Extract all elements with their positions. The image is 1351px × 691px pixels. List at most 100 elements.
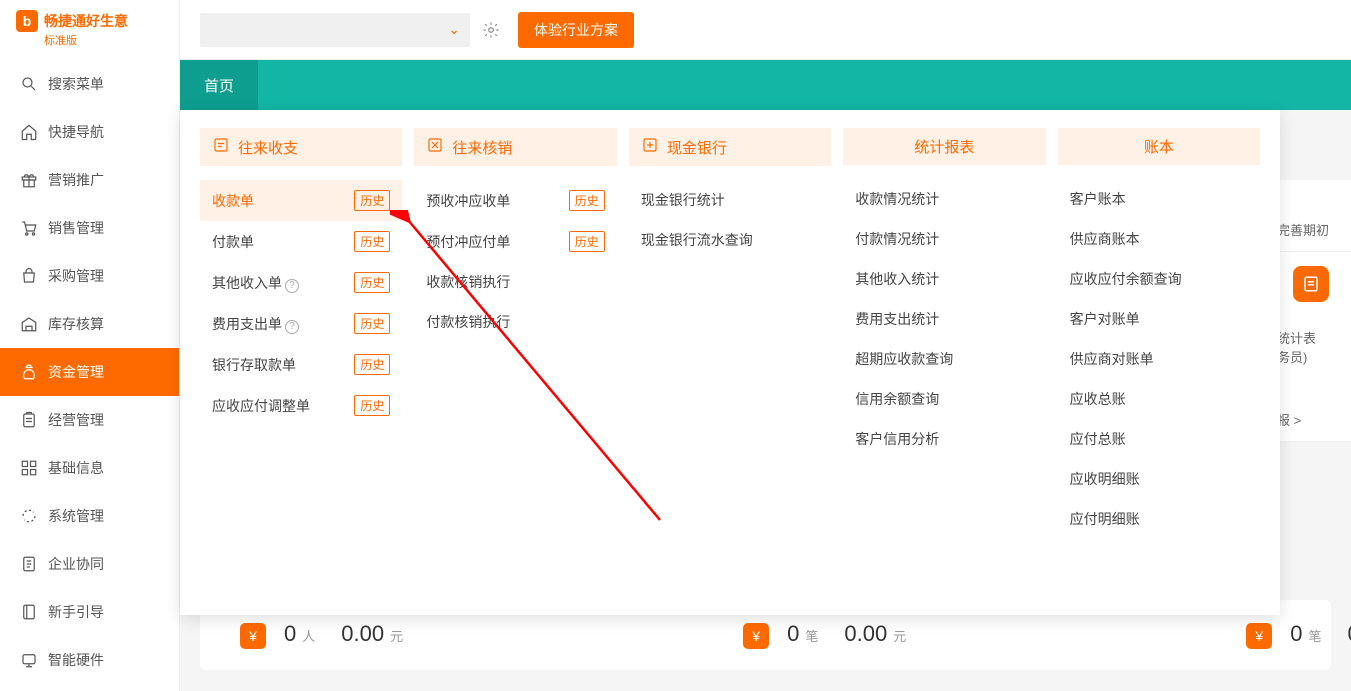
settings-button[interactable] (482, 21, 500, 39)
content-peek: 完善期初 统计表 务员) 报 > (1271, 180, 1351, 442)
mega-menu-item[interactable]: 收款情况统计 (843, 179, 1045, 219)
mega-menu: 往来收支收款单历史付款单历史其他收入单?历史费用支出单?历史银行存取款单历史应收… (180, 110, 1280, 615)
menu-item-label: 应收总账 (1070, 389, 1126, 409)
mega-menu-item[interactable]: 应收应付余额查询 (1058, 259, 1260, 299)
report-icon[interactable] (1293, 266, 1329, 302)
menu-item-label: 其他收入单? (212, 273, 299, 293)
mega-menu-item[interactable]: 供应商账本 (1058, 219, 1260, 259)
column-header-icon (641, 136, 659, 158)
history-link[interactable]: 历史 (354, 354, 390, 375)
menu-item-label: 收款情况统计 (855, 189, 939, 209)
menu-item-label: 超期应收款查询 (855, 349, 953, 369)
mega-menu-item[interactable]: 客户对账单 (1058, 299, 1260, 339)
help-icon[interactable]: ? (285, 279, 299, 293)
stat-icon: ¥ (240, 623, 266, 649)
mega-column-header: 现金银行 (629, 128, 831, 166)
mega-menu-item[interactable]: 费用支出单? 历史 (200, 303, 402, 344)
stat-item: ¥ 0人 0.00元 (240, 621, 403, 649)
company-selector[interactable]: ⌄ (200, 13, 470, 47)
logo-text: 畅捷通好生意 (44, 11, 128, 31)
history-link[interactable]: 历史 (354, 190, 390, 211)
menu-item-label: 预付冲应付单 (426, 232, 510, 252)
topbar: ⌄ 体验行业方案 (180, 0, 1351, 60)
sidebar-item-search-menu[interactable]: 搜索菜单 (0, 60, 179, 108)
mega-menu-item[interactable]: 客户账本 (1058, 179, 1260, 219)
menu-item-label: 其他收入统计 (855, 269, 939, 289)
industry-plan-button[interactable]: 体验行业方案 (518, 12, 634, 48)
sidebar-item-hardware[interactable]: 智能硬件 (0, 636, 179, 684)
tab-home[interactable]: 首页 (180, 60, 258, 110)
sidebar-item-label: 经营管理 (48, 410, 104, 430)
history-link[interactable]: 历史 (354, 272, 390, 293)
mega-menu-item[interactable]: 付款核销执行 (414, 302, 616, 342)
history-link[interactable]: 历史 (354, 231, 390, 252)
mega-menu-item[interactable]: 应付明细账 (1058, 499, 1260, 539)
cart-icon (20, 219, 38, 237)
help-icon[interactable]: ? (285, 320, 299, 334)
mega-menu-item[interactable]: 超期应收款查询 (843, 339, 1045, 379)
gift-icon (20, 171, 38, 189)
history-link[interactable]: 历史 (569, 190, 605, 211)
mega-menu-item[interactable]: 其他收入统计 (843, 259, 1045, 299)
mega-column-header: 往来收支 (200, 128, 402, 166)
sidebar-item-marketing[interactable]: 营销推广 (0, 156, 179, 204)
stat-count: 0 (284, 621, 296, 647)
bag-icon (20, 267, 38, 285)
sidebar-item-collab[interactable]: 企业协同 (0, 540, 179, 588)
sidebar-item-finance[interactable]: 资金管理 (0, 348, 179, 396)
mega-menu-item[interactable]: 预付冲应付单 历史 (414, 221, 616, 262)
sidebar-item-label: 采购管理 (48, 266, 104, 286)
column-title: 统计报表 (914, 136, 974, 157)
history-link[interactable]: 历史 (354, 313, 390, 334)
warehouse-icon (20, 315, 38, 333)
stat-count: 0 (1290, 621, 1302, 647)
menu-item-label: 供应商对账单 (1070, 349, 1154, 369)
grid-icon (20, 459, 38, 477)
menu-item-label: 应收应付余额查询 (1070, 269, 1182, 289)
mega-menu-item[interactable]: 其他收入单? 历史 (200, 262, 402, 303)
sidebar-item-quicknav[interactable]: 快捷导航 (0, 108, 179, 156)
sidebar-item-label: 营销推广 (48, 170, 104, 190)
menu-item-label: 信用余额查询 (855, 389, 939, 409)
mega-menu-item[interactable]: 付款情况统计 (843, 219, 1045, 259)
sidebar-item-purchase[interactable]: 采购管理 (0, 252, 179, 300)
column-title: 账本 (1144, 136, 1174, 157)
mega-menu-item[interactable]: 应付总账 (1058, 419, 1260, 459)
peek-text-3[interactable]: 报 > (1271, 398, 1351, 442)
stat-item: ¥ 0笔 0.00元 (743, 621, 906, 649)
mega-menu-item[interactable]: 现金银行统计 (629, 180, 831, 220)
menu-item-label: 供应商账本 (1070, 229, 1140, 249)
stat-count: 0 (787, 621, 799, 647)
mega-menu-item[interactable]: 银行存取款单历史 (200, 344, 402, 385)
mega-menu-item[interactable]: 应收应付调整单 历史 (200, 385, 402, 426)
sidebar-item-business[interactable]: 经营管理 (0, 396, 179, 444)
sidebar-item-basedata[interactable]: 基础信息 (0, 444, 179, 492)
sidebar-item-sales[interactable]: 销售管理 (0, 204, 179, 252)
sidebar-item-guide[interactable]: 新手引导 (0, 588, 179, 636)
mega-menu-item[interactable]: 信用余额查询 (843, 379, 1045, 419)
mega-menu-item[interactable]: 应收总账 (1058, 379, 1260, 419)
clipboard-icon (20, 411, 38, 429)
mega-menu-item[interactable]: 费用支出统计 (843, 299, 1045, 339)
book-icon (20, 603, 38, 621)
mega-menu-item[interactable]: 应收明细账 (1058, 459, 1260, 499)
mega-menu-item[interactable]: 预收冲应收单历史 (414, 180, 616, 221)
sidebar-item-inventory[interactable]: 库存核算 (0, 300, 179, 348)
menu-item-label: 费用支出单? (212, 314, 299, 334)
home-icon (20, 123, 38, 141)
history-link[interactable]: 历史 (354, 395, 390, 416)
history-link[interactable]: 历史 (569, 231, 605, 252)
logo: b 畅捷通好生意 (0, 0, 179, 36)
mega-menu-item[interactable]: 收款单历史 (200, 180, 402, 221)
mega-menu-item[interactable]: 收款核销执行 (414, 262, 616, 302)
menu-item-label: 应收应付调整单 (212, 396, 310, 416)
mega-menu-item[interactable]: 现金银行流水查询 (629, 220, 831, 260)
mega-menu-item[interactable]: 付款单 历史 (200, 221, 402, 262)
mega-menu-item[interactable]: 客户信用分析 (843, 419, 1045, 459)
mega-menu-item[interactable]: 供应商对账单 (1058, 339, 1260, 379)
stat-icon: ¥ (743, 623, 769, 649)
chevron-down-icon: ⌄ (448, 21, 460, 38)
sidebar-item-system[interactable]: 系统管理 (0, 492, 179, 540)
menu-item-label: 应付总账 (1070, 429, 1126, 449)
menu-item-label: 付款单 (212, 232, 254, 252)
